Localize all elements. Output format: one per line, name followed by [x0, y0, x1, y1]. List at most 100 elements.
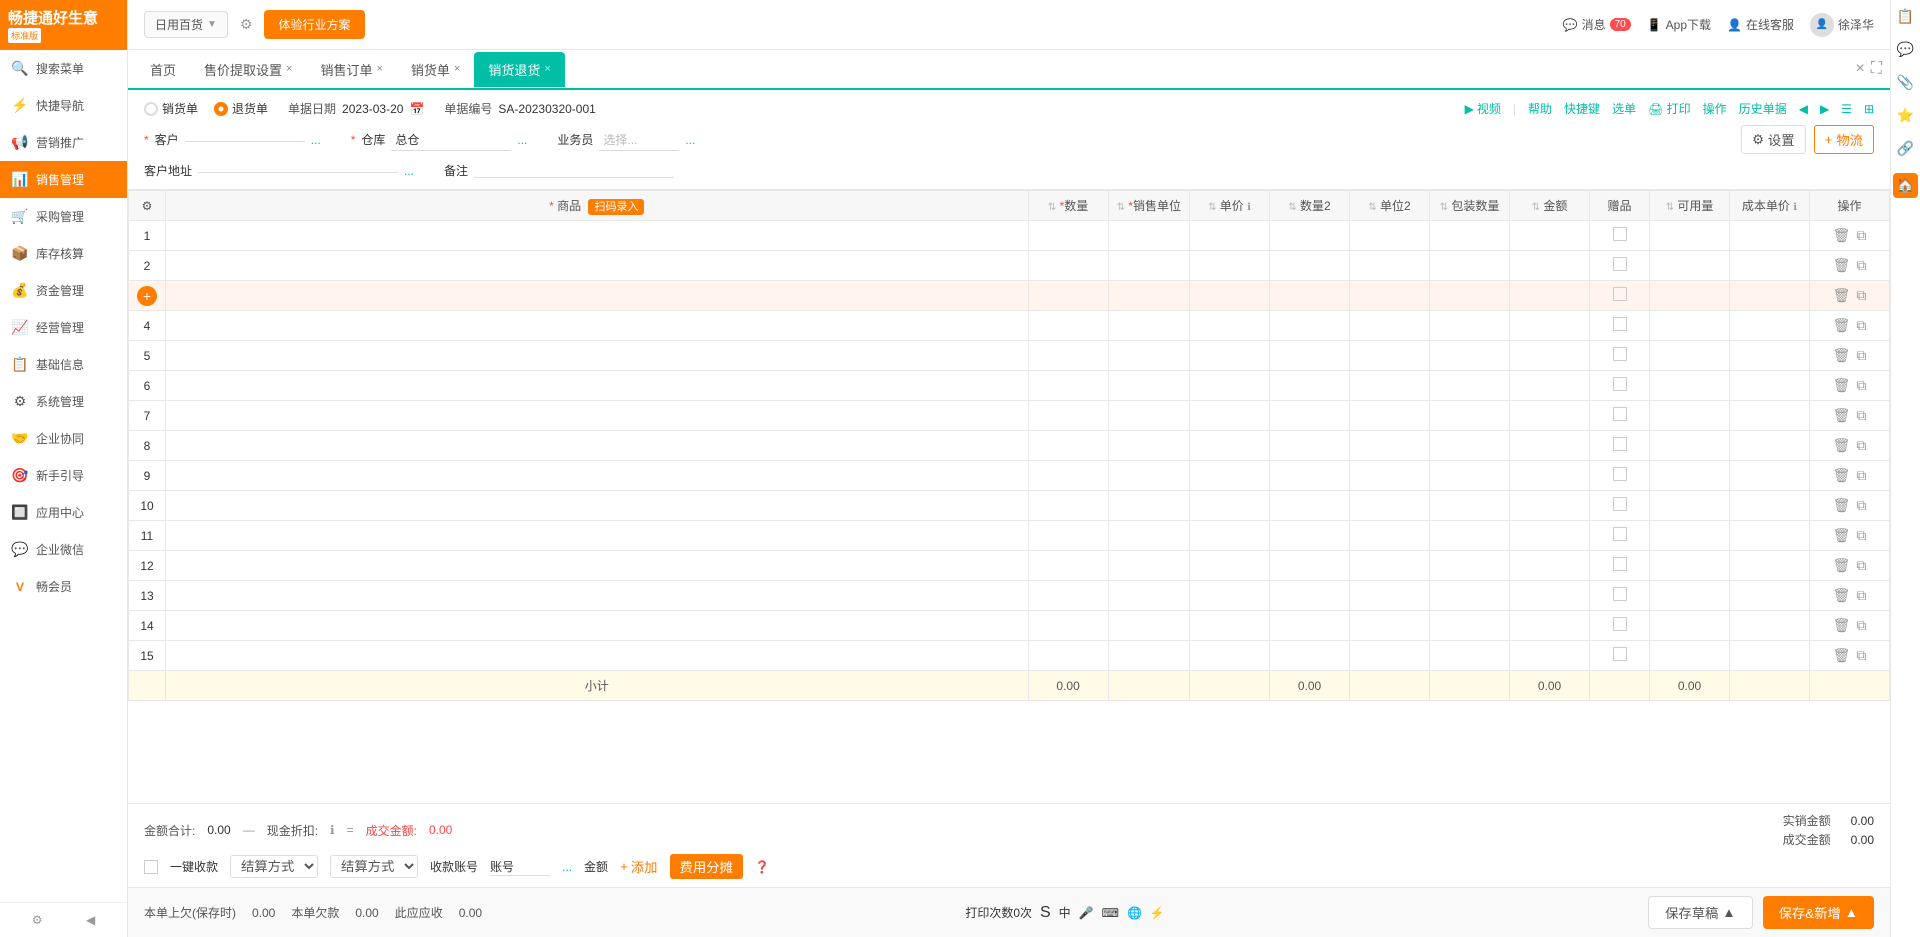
copy-icon[interactable]: ⧉ — [1856, 617, 1866, 634]
tab-sales-return[interactable]: 销货退货 × — [474, 52, 564, 87]
gift-checkbox[interactable] — [1613, 317, 1627, 331]
copy-icon[interactable]: ⧉ — [1856, 347, 1866, 364]
gift-checkbox[interactable] — [1613, 347, 1627, 361]
discount-info-icon[interactable]: ℹ — [330, 823, 335, 837]
sidebar-item-operations[interactable]: 📈 经营管理 — [0, 309, 127, 346]
topbar-gear-icon[interactable]: ⚙ — [240, 16, 253, 33]
copy-icon[interactable]: ⧉ — [1856, 377, 1866, 394]
delete-icon[interactable]: 🗑 — [1833, 617, 1851, 634]
customer-input[interactable] — [185, 137, 305, 142]
row-cost-active[interactable] — [1730, 281, 1810, 311]
system-icon-2[interactable]: 中 — [1059, 904, 1071, 921]
delete-icon[interactable]: 🗑 — [1833, 317, 1851, 334]
tab-sales-bill-close[interactable]: × — [454, 63, 460, 75]
row-gift-1[interactable] — [1590, 221, 1650, 251]
delete-icon[interactable]: 🗑 — [1833, 437, 1851, 454]
address-input[interactable] — [198, 168, 398, 173]
cost-info-icon[interactable]: ℹ — [1793, 202, 1797, 213]
sidebar-settings-icon[interactable]: ⚙ — [32, 913, 43, 927]
tab-sales-order[interactable]: 销售订单 × — [306, 52, 396, 87]
add-payment-button[interactable]: + 添加 — [620, 857, 657, 876]
salesman-input[interactable]: 选择... — [599, 129, 679, 151]
account-dots[interactable]: ... — [562, 860, 572, 874]
account-input[interactable]: 账号 — [490, 858, 550, 876]
category-select[interactable]: 日用百货 ▼ — [144, 11, 228, 38]
add-row-button[interactable]: + — [137, 286, 157, 306]
gift-checkbox[interactable] — [1613, 497, 1627, 511]
row-pkg-active[interactable] — [1430, 281, 1510, 311]
sidebar-item-inventory[interactable]: 📦 库存核算 — [0, 235, 127, 272]
row-qty2-1[interactable] — [1270, 221, 1350, 251]
radio-sales-bill[interactable]: 销货单 — [144, 100, 198, 117]
sidebar-collapse-icon[interactable]: ◀ — [86, 913, 95, 927]
app-download-item[interactable]: 📱 App下载 — [1647, 16, 1711, 33]
row-pkg-2[interactable] — [1430, 251, 1510, 281]
add-row-cell[interactable]: + — [129, 281, 166, 311]
row-pkg-1[interactable] — [1430, 221, 1510, 251]
product-input-active[interactable] — [174, 289, 1020, 303]
row-unit2-2[interactable] — [1350, 251, 1430, 281]
row-unit-2[interactable] — [1108, 251, 1189, 281]
warehouse-value[interactable]: 总仓 — [391, 129, 511, 151]
sidebar-item-sales[interactable]: 📊 销售管理 — [0, 161, 127, 198]
save-draft-button[interactable]: 保存草稿 ▲ — [1648, 896, 1753, 929]
radio-return-bill[interactable]: 退货单 — [214, 100, 268, 117]
delete-icon[interactable]: 🗑 — [1833, 467, 1851, 484]
gift-checkbox[interactable] — [1613, 617, 1627, 631]
message-item[interactable]: 💬 消息 70 — [1563, 16, 1631, 33]
sidebar-item-quick-nav[interactable]: ⚡ 快捷导航 — [0, 87, 127, 124]
copy-icon-1[interactable]: ⧉ — [1856, 227, 1866, 244]
gift-checkbox[interactable] — [1613, 587, 1627, 601]
save-new-button[interactable]: 保存&新增 ▲ — [1763, 896, 1874, 929]
row-product-1[interactable] — [166, 221, 1029, 251]
calendar-icon[interactable]: 📅 — [409, 102, 424, 116]
gift-checkbox-2[interactable] — [1613, 257, 1627, 271]
row-amount-active[interactable] — [1510, 281, 1590, 311]
action-help[interactable]: 帮助 — [1528, 100, 1552, 117]
gift-checkbox-active[interactable] — [1613, 287, 1627, 301]
row-gift-active[interactable] — [1590, 281, 1650, 311]
calc-select[interactable]: 结算方式 — [330, 855, 418, 878]
action-print[interactable]: 🖨 打印 — [1648, 100, 1691, 117]
sidebar-item-purchase[interactable]: 🛒 采购管理 — [0, 198, 127, 235]
row-qty-active[interactable] — [1028, 281, 1108, 311]
price-info-icon[interactable]: ℹ — [1247, 202, 1251, 213]
delete-icon-active[interactable]: 🗑 — [1833, 287, 1851, 304]
sidebar-item-system[interactable]: ⚙ 系统管理 — [0, 383, 127, 420]
delete-icon-1[interactable]: 🗑 — [1833, 227, 1851, 244]
copy-icon[interactable]: ⧉ — [1856, 497, 1866, 514]
delete-icon[interactable]: 🗑 — [1833, 347, 1851, 364]
panel-icon-5[interactable]: 🔗 — [1897, 140, 1914, 157]
sidebar-item-enterprise[interactable]: 🤝 企业协同 — [0, 420, 127, 457]
tab-home[interactable]: 首页 — [136, 52, 190, 87]
gift-checkbox[interactable] — [1613, 377, 1627, 391]
row-unit2-active[interactable] — [1350, 281, 1430, 311]
user-item[interactable]: 👤 徐泽华 — [1810, 13, 1874, 37]
date-value[interactable]: 2023-03-20 — [342, 102, 403, 116]
row-qty-2[interactable] — [1028, 251, 1108, 281]
delete-icon[interactable]: 🗑 — [1833, 497, 1851, 514]
row-cost-1[interactable] — [1730, 221, 1810, 251]
row-product-active[interactable] — [166, 281, 1029, 311]
panel-icon-6[interactable]: 🏠 — [1893, 173, 1918, 198]
salesman-dots[interactable]: ... — [685, 133, 695, 147]
notes-input[interactable] — [474, 163, 674, 178]
row-cost-2[interactable] — [1730, 251, 1810, 281]
system-icon-3[interactable]: 🎤 — [1079, 906, 1094, 920]
one-click-checkbox[interactable] — [144, 860, 158, 874]
row-price-2[interactable] — [1190, 251, 1270, 281]
delete-icon[interactable]: 🗑 — [1833, 587, 1851, 604]
action-video[interactable]: ▶ 视频 — [1465, 100, 1501, 117]
system-icon-5[interactable]: 🌐 — [1127, 906, 1142, 920]
row-avail-1[interactable] — [1650, 221, 1730, 251]
row-price-active[interactable] — [1190, 281, 1270, 311]
row-amount-2[interactable] — [1510, 251, 1590, 281]
sidebar-item-guide[interactable]: 🎯 新手引导 — [0, 457, 127, 494]
copy-icon-2[interactable]: ⧉ — [1856, 257, 1866, 274]
row-price-1[interactable] — [1190, 221, 1270, 251]
sidebar-item-app-center[interactable]: 🔲 应用中心 — [0, 494, 127, 531]
sidebar-item-basic-info[interactable]: 📋 基础信息 — [0, 346, 127, 383]
copy-icon-active[interactable]: ⧉ — [1856, 287, 1866, 304]
delete-icon[interactable]: 🗑 — [1833, 647, 1851, 664]
gift-checkbox[interactable] — [1613, 467, 1627, 481]
